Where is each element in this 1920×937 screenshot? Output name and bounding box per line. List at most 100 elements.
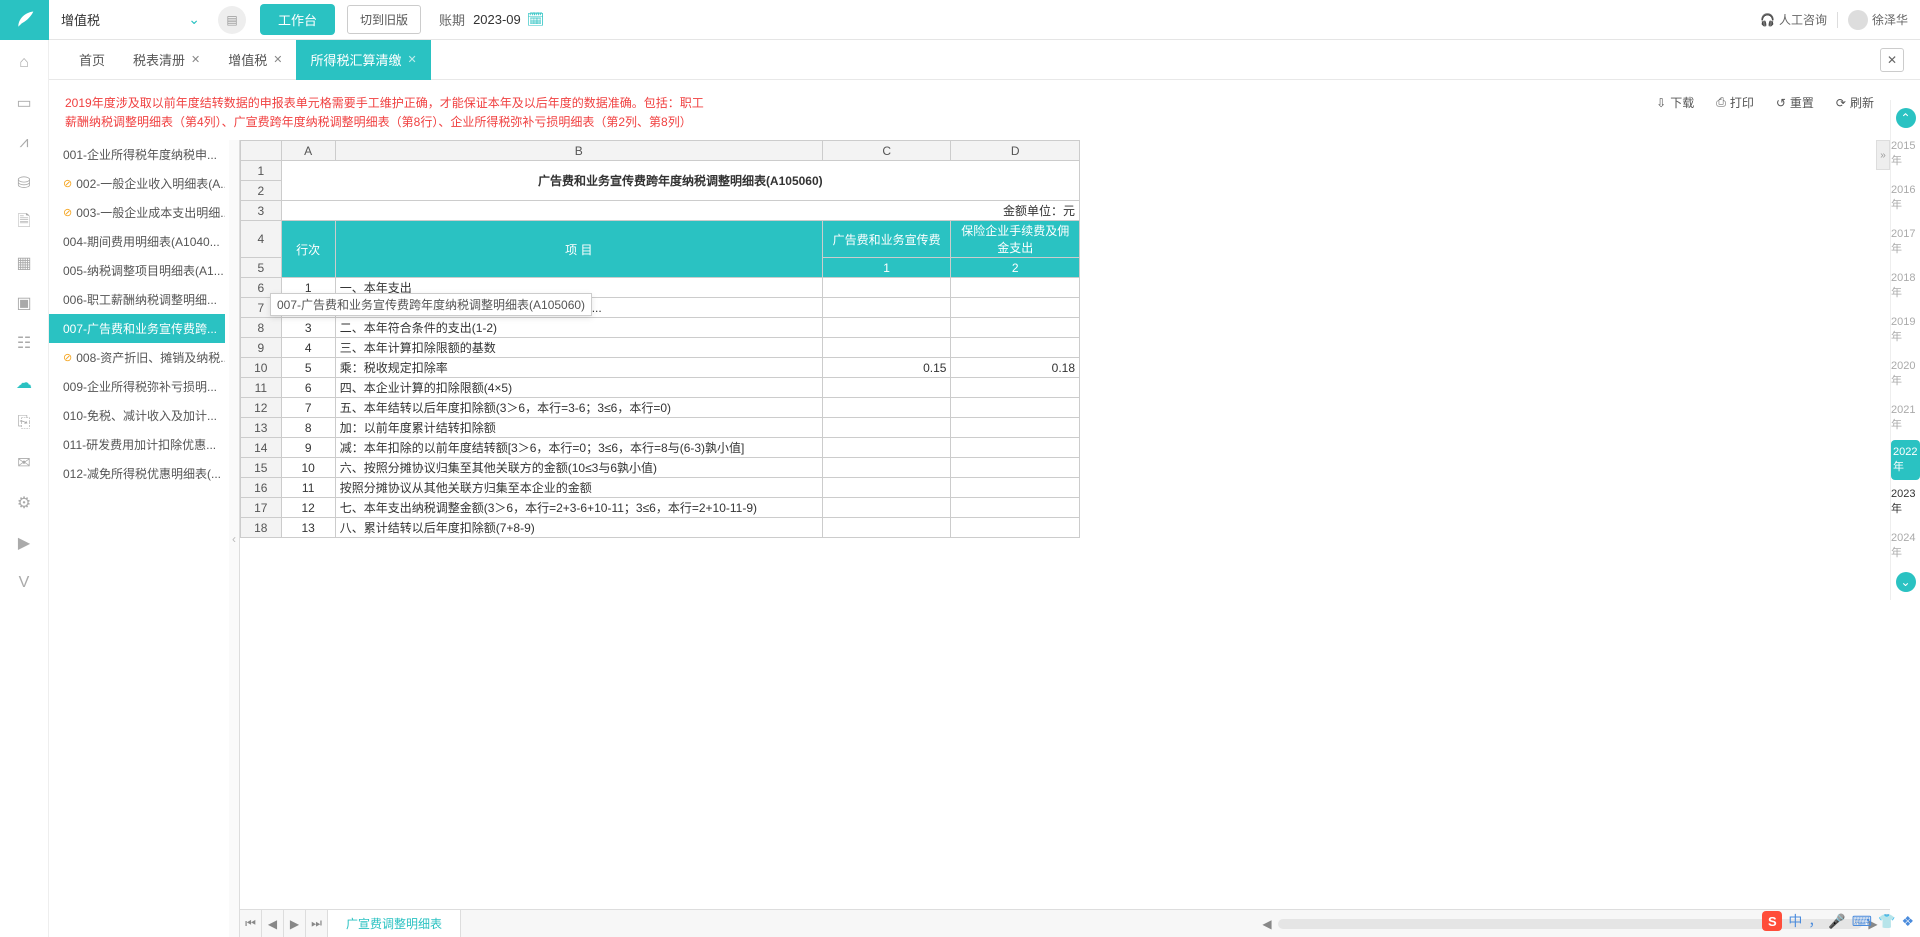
close-icon[interactable]: ✕ [191,53,200,66]
form-list-item[interactable]: 011-研发费用加计扣除优惠... [49,430,225,459]
row-header[interactable]: 13 [241,418,282,438]
ime-toolbox-icon[interactable]: ❖ [1901,913,1914,930]
line-no-cell[interactable]: 3 [281,318,335,338]
value-cell-d[interactable] [951,518,1080,538]
item-cell[interactable]: 四、本企业计算的扣除限额(4×5) [335,378,822,398]
print-button[interactable]: ⎙打印 [1716,94,1754,111]
row-header[interactable]: 4 [241,221,282,258]
template-icon[interactable]: ▣ [13,292,35,314]
item-cell[interactable]: 按照分摊协议从其他关联方归集至本企业的金额 [335,478,822,498]
line-no-cell[interactable]: 7 [281,398,335,418]
row-header[interactable]: 2 [241,181,282,201]
ime-brand-icon[interactable]: S [1762,911,1782,931]
line-no-cell[interactable]: 11 [281,478,335,498]
line-no-cell[interactable]: 9 [281,438,335,458]
inbox-icon[interactable]: ✉ [13,452,35,474]
scroll-up-icon[interactable]: ⌃ [1896,108,1916,128]
module-dropdown[interactable]: 增值税 ⌄ [61,10,210,29]
scroll-down-icon[interactable]: ⌄ [1896,572,1916,592]
value-cell-c[interactable] [822,338,951,358]
year-item[interactable]: 2020年 [1891,352,1920,396]
year-item[interactable]: 2019年 [1891,308,1920,352]
form-list-item[interactable]: 009-企业所得税弥补亏损明... [49,372,225,401]
ime-mic-icon[interactable]: 🎤 [1828,913,1845,930]
form-list-item[interactable]: 006-职工薪酬纳税调整明细... [49,285,225,314]
video-icon[interactable]: ▶ [13,532,35,554]
value-cell-d[interactable] [951,498,1080,518]
support-link[interactable]: 🎧 人工咨询 [1760,11,1827,28]
row-header[interactable]: 11 [241,378,282,398]
form-list-item[interactable]: 001-企业所得税年度纳税申... [49,140,225,169]
sheet-nav-last[interactable]: ⏭ [306,910,328,937]
home-icon[interactable]: ⌂ [13,52,35,74]
item-cell[interactable]: 八、累计结转以后年度扣除额(7+8-9) [335,518,822,538]
value-cell-d[interactable] [951,298,1080,318]
sheet-scroll[interactable]: A B C D 1 广告费和业务宣传费跨年度纳税调整明细表(A105060) 2… [240,140,1890,909]
item-cell[interactable]: 二、本年符合条件的支出(1-2) [335,318,822,338]
line-no-cell[interactable]: 8 [281,418,335,438]
download-button[interactable]: ⇩下载 [1656,94,1694,111]
line-no-cell[interactable]: 6 [281,378,335,398]
clipboard-icon[interactable]: 🗎 [13,212,35,234]
year-item[interactable]: 2024年 [1891,524,1920,568]
item-cell[interactable]: 乘：税收规定扣除率 [335,358,822,378]
form-list-item[interactable]: 007-广告费和业务宣传费跨... [49,314,225,343]
value-cell-c[interactable] [822,458,951,478]
row-header[interactable]: 1 [241,161,282,181]
value-cell-d[interactable] [951,478,1080,498]
funds-icon[interactable]: ⛁ [13,172,35,194]
year-item[interactable]: 2017年 [1891,220,1920,264]
value-cell-d[interactable] [951,418,1080,438]
ime-skin-icon[interactable]: 👕 [1878,913,1895,930]
ime-lang[interactable]: 中 [1788,911,1802,931]
sheet-nav-first[interactable]: ⏮ [240,910,262,937]
report-icon[interactable]: ▦ [13,252,35,274]
value-cell-d[interactable] [951,278,1080,298]
expand-handle[interactable]: » [1876,140,1890,170]
value-cell-c[interactable] [822,478,951,498]
value-cell-c[interactable] [822,518,951,538]
row-header[interactable]: 15 [241,458,282,478]
value-cell-c[interactable] [822,278,951,298]
analytics-icon[interactable]: ⩘ [13,132,35,154]
col-header-c[interactable]: C [822,141,951,161]
form-list-item[interactable]: 012-减免所得税优惠明细表(... [49,459,225,488]
corner-cell[interactable] [241,141,282,161]
year-item[interactable]: 2016年 [1891,176,1920,220]
year-item[interactable]: 2015年 [1891,132,1920,176]
item-cell[interactable]: 五、本年结转以后年度扣除额(3＞6，本行=3-6；3≤6，本行=0) [335,398,822,418]
line-no-cell[interactable]: 5 [281,358,335,378]
line-no-cell[interactable]: 4 [281,338,335,358]
collapse-handle[interactable]: ‹ [229,140,239,937]
year-item[interactable]: 2021年 [1891,396,1920,440]
value-cell-c[interactable] [822,298,951,318]
close-all-button[interactable]: ✕ [1880,48,1904,72]
scroll-left-icon[interactable]: ◀ [1256,918,1278,930]
calendar-icon[interactable]: 🗓 [527,11,545,28]
sheet-nav-next[interactable]: ▶ [284,910,306,937]
value-cell-d[interactable] [951,378,1080,398]
year-item[interactable]: 2023年 [1891,480,1920,524]
close-icon[interactable]: ✕ [408,53,417,66]
tab[interactable]: 所得税汇算清缴✕ [296,40,430,80]
link-icon[interactable]: ⎘ [13,412,35,434]
tab[interactable]: 增值税✕ [214,40,296,80]
year-item[interactable]: 2022年 [1891,440,1920,480]
form-list-item[interactable]: 004-期间费用明细表(A1040... [49,227,225,256]
value-cell-c[interactable] [822,438,951,458]
row-header[interactable]: 8 [241,318,282,338]
item-cell[interactable]: 加：以前年度累计结转扣除额 [335,418,822,438]
col-header-b[interactable]: B [335,141,822,161]
form-list-item[interactable]: 005-纳税调整项目明细表(A1... [49,256,225,285]
ime-keyboard-icon[interactable]: ⌨ [1852,913,1872,930]
refresh-button[interactable]: ⟳刷新 [1836,94,1874,111]
row-header[interactable]: 16 [241,478,282,498]
row-header[interactable]: 12 [241,398,282,418]
close-icon[interactable]: ✕ [273,53,282,66]
row-header[interactable]: 10 [241,358,282,378]
switch-old-button[interactable]: 切到旧版 [347,5,421,34]
year-item[interactable]: 2018年 [1891,264,1920,308]
row-header[interactable]: 5 [241,258,282,278]
value-cell-d[interactable] [951,458,1080,478]
tab[interactable]: 税表清册✕ [119,40,214,80]
